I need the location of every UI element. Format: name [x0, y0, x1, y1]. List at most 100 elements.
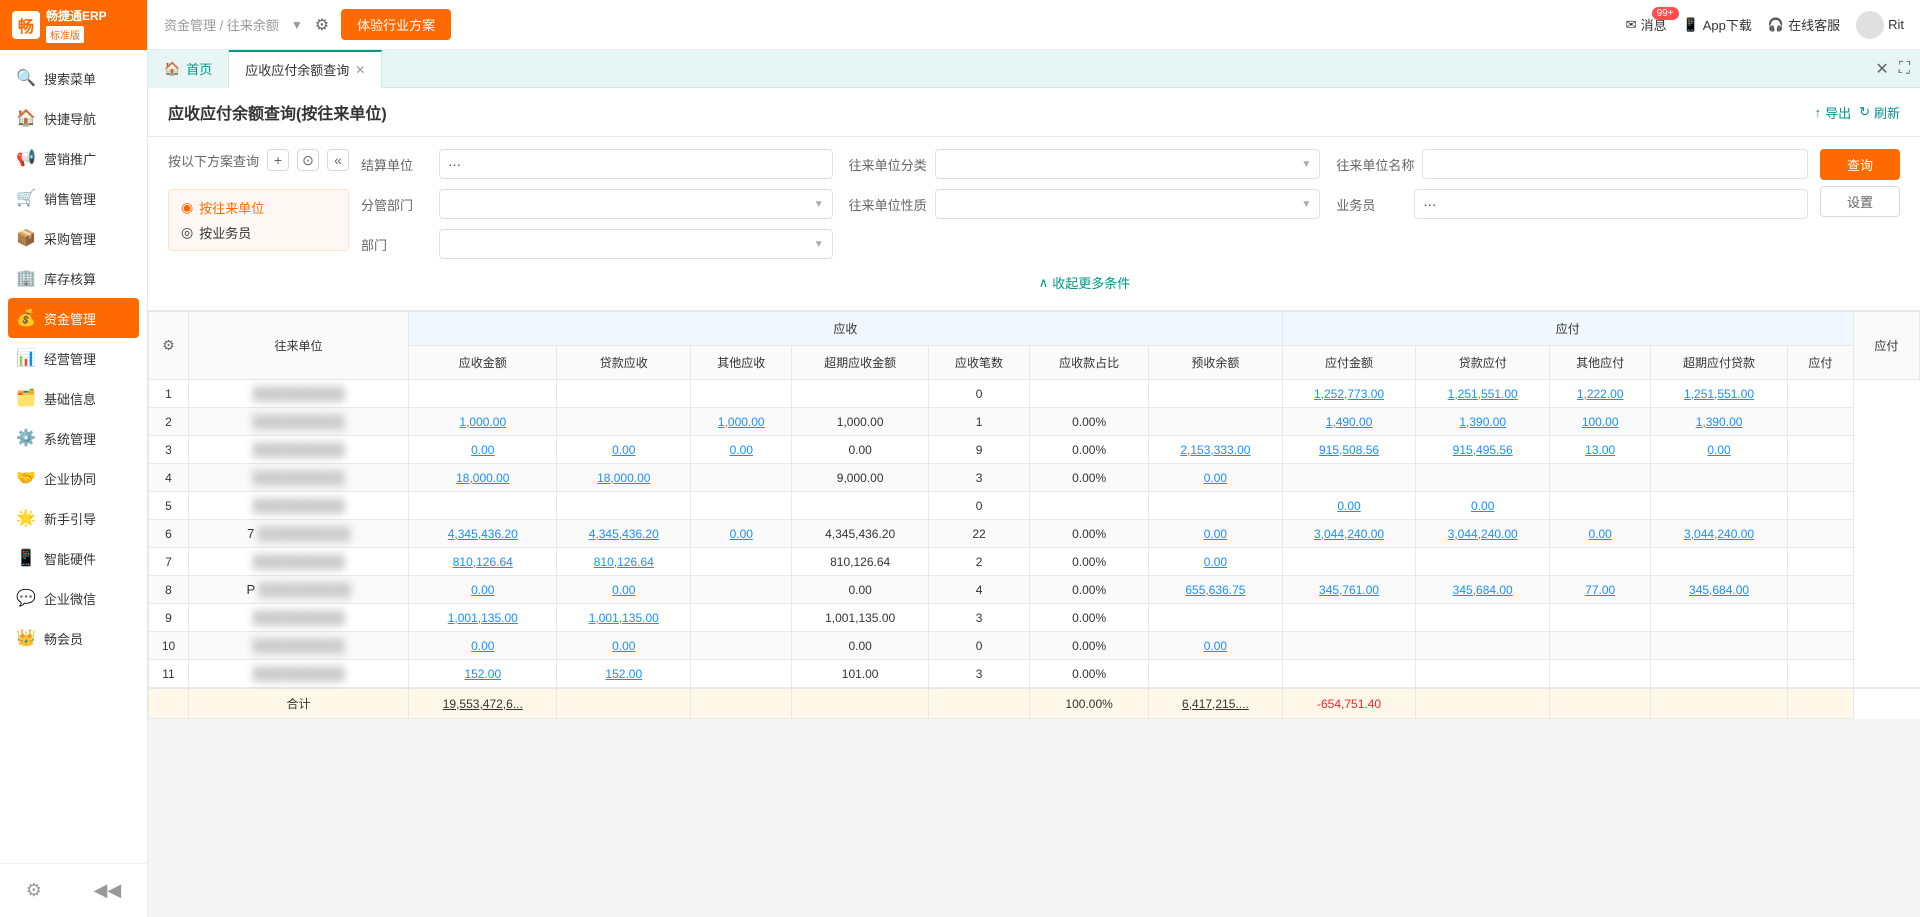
table-settings-icon[interactable]: ⚙ [160, 335, 177, 355]
branch-dept-input[interactable]: ▼ [439, 189, 833, 219]
data-cell[interactable] [691, 604, 792, 632]
data-cell[interactable]: 1,001,135.00 [409, 604, 557, 632]
sidebar-item-smart-hw[interactable]: 📱 智能硬件 [0, 538, 147, 578]
data-cell[interactable]: 1,490.00 [1282, 408, 1416, 436]
data-cell[interactable]: 810,126.64 [409, 548, 557, 576]
sidebar-collapse-button[interactable]: ◀◀ [88, 874, 128, 907]
sidebar-item-basic[interactable]: 🗂️ 基础信息 [0, 378, 147, 418]
data-cell[interactable]: 810,126.64 [557, 548, 691, 576]
user-profile[interactable]: Rit [1856, 11, 1904, 39]
tab-close-icon[interactable]: ✕ [355, 63, 365, 77]
unit-name-input[interactable] [1422, 149, 1808, 179]
filter-settings-icon[interactable]: ⊙ [297, 149, 319, 171]
online-service-button[interactable]: 🎧 在线客服 [1768, 15, 1840, 34]
data-cell[interactable]: 0.00 [1416, 492, 1550, 520]
data-cell[interactable]: 3,044,240.00 [1282, 520, 1416, 548]
data-cell[interactable]: 77.00 [1550, 576, 1651, 604]
department-input[interactable]: ▼ [439, 229, 833, 259]
data-cell[interactable]: 345,761.00 [1282, 576, 1416, 604]
data-cell[interactable]: 2,153,333.00 [1149, 436, 1283, 464]
sidebar-item-marketing[interactable]: 📢 营销推广 [0, 138, 147, 178]
salesperson-input[interactable]: ··· [1414, 189, 1808, 219]
unit-category-input[interactable]: ▼ [935, 149, 1321, 179]
data-cell[interactable] [691, 492, 792, 520]
footer-prepaid[interactable]: 6,417,215.... [1149, 688, 1283, 719]
sidebar-item-corp-collab[interactable]: 🤝 企业协同 [0, 458, 147, 498]
data-cell[interactable] [557, 492, 691, 520]
filter-collapse-left-icon[interactable]: « [327, 149, 349, 171]
data-cell[interactable]: 1,000.00 [691, 408, 792, 436]
data-cell[interactable]: 1,001,135.00 [557, 604, 691, 632]
data-cell[interactable]: 0.00 [409, 436, 557, 464]
refresh-button[interactable]: ↻ 刷新 [1859, 103, 1900, 122]
data-cell[interactable]: 0.00 [409, 632, 557, 660]
fullscreen-icon[interactable]: ⛶ [1899, 60, 1910, 78]
data-cell[interactable]: 152.00 [557, 660, 691, 689]
data-cell[interactable] [409, 380, 557, 408]
close-window-icon[interactable]: ✕ [1875, 59, 1888, 79]
data-cell[interactable]: 4,345,436.20 [409, 520, 557, 548]
data-cell[interactable]: 4,345,436.20 [557, 520, 691, 548]
data-cell[interactable] [691, 464, 792, 492]
footer-ar-amount[interactable]: 19,553,472,6... [409, 688, 557, 719]
data-cell[interactable]: 13.00 [1550, 436, 1651, 464]
app-download-button[interactable]: 📱 App下载 [1683, 15, 1752, 34]
data-cell[interactable]: 0.00 [1149, 632, 1283, 660]
sidebar-settings-button[interactable]: ⚙ [20, 874, 48, 907]
sidebar-item-search[interactable]: 🔍 搜索菜单 [0, 58, 147, 98]
settlement-unit-input[interactable]: ··· [439, 149, 833, 179]
data-cell[interactable]: 0.00 [1651, 436, 1788, 464]
tab-home[interactable]: 🏠 首页 [148, 50, 229, 88]
message-button[interactable]: ✉ 消息 99+ [1626, 15, 1667, 34]
data-cell[interactable]: 1,251,551.00 [1651, 380, 1788, 408]
data-cell[interactable]: 0.00 [1149, 464, 1283, 492]
data-cell[interactable]: 0.00 [1149, 548, 1283, 576]
header-settings-icon[interactable]: ⚙ [315, 15, 329, 35]
data-cell[interactable] [409, 492, 557, 520]
sidebar-item-member[interactable]: 👑 畅会员 [0, 618, 147, 658]
filter-method-by-staff[interactable]: ◎ 按业务员 [181, 223, 336, 242]
unit-nature-input[interactable]: ▼ [935, 189, 1321, 219]
data-cell[interactable] [691, 632, 792, 660]
data-cell[interactable]: 0.00 [557, 576, 691, 604]
sidebar-item-system[interactable]: ⚙️ 系统管理 [0, 418, 147, 458]
data-cell[interactable]: 655,636.75 [1149, 576, 1283, 604]
filter-add-button[interactable]: + [267, 149, 289, 171]
data-cell[interactable] [691, 576, 792, 604]
sidebar-item-corp-wechat[interactable]: 💬 企业微信 [0, 578, 147, 618]
data-cell[interactable]: 0.00 [1282, 492, 1416, 520]
sidebar-item-guide[interactable]: 🌟 新手引导 [0, 498, 147, 538]
query-button[interactable]: 查询 [1820, 149, 1900, 180]
data-cell[interactable]: 0.00 [557, 436, 691, 464]
data-cell[interactable] [691, 660, 792, 689]
data-cell[interactable]: 0.00 [409, 576, 557, 604]
data-cell[interactable]: 0.00 [691, 520, 792, 548]
data-cell[interactable]: 18,000.00 [409, 464, 557, 492]
sidebar-item-purchase[interactable]: 📦 采购管理 [0, 218, 147, 258]
solution-button[interactable]: 体验行业方案 [341, 9, 451, 40]
data-cell[interactable]: 100.00 [1550, 408, 1651, 436]
data-cell[interactable] [557, 380, 691, 408]
data-cell[interactable]: 0.00 [557, 632, 691, 660]
data-cell[interactable]: 3,044,240.00 [1651, 520, 1788, 548]
sidebar-item-quick-nav[interactable]: 🏠 快捷导航 [0, 98, 147, 138]
data-cell[interactable]: 0.00 [691, 436, 792, 464]
data-cell[interactable]: 345,684.00 [1416, 576, 1550, 604]
export-button[interactable]: ↑ 导出 [1815, 103, 1852, 122]
data-cell[interactable]: 3,044,240.00 [1416, 520, 1550, 548]
sidebar-item-operation[interactable]: 📊 经营管理 [0, 338, 147, 378]
sidebar-item-inventory[interactable]: 🏢 库存核算 [0, 258, 147, 298]
sidebar-item-finance[interactable]: 💰 资金管理 [8, 298, 139, 338]
data-cell[interactable]: 345,684.00 [1651, 576, 1788, 604]
data-cell[interactable] [691, 380, 792, 408]
data-cell[interactable] [557, 408, 691, 436]
data-cell[interactable]: 1,252,773.00 [1282, 380, 1416, 408]
data-cell[interactable]: 1,390.00 [1651, 408, 1788, 436]
data-cell[interactable]: 152.00 [409, 660, 557, 689]
data-cell[interactable]: 915,495.56 [1416, 436, 1550, 464]
filter-method-by-unit[interactable]: ◉ 按往来单位 [181, 198, 336, 217]
data-cell[interactable] [691, 548, 792, 576]
data-cell[interactable]: 1,390.00 [1416, 408, 1550, 436]
data-cell[interactable]: 1,251,551.00 [1416, 380, 1550, 408]
data-cell[interactable]: 915,508.56 [1282, 436, 1416, 464]
